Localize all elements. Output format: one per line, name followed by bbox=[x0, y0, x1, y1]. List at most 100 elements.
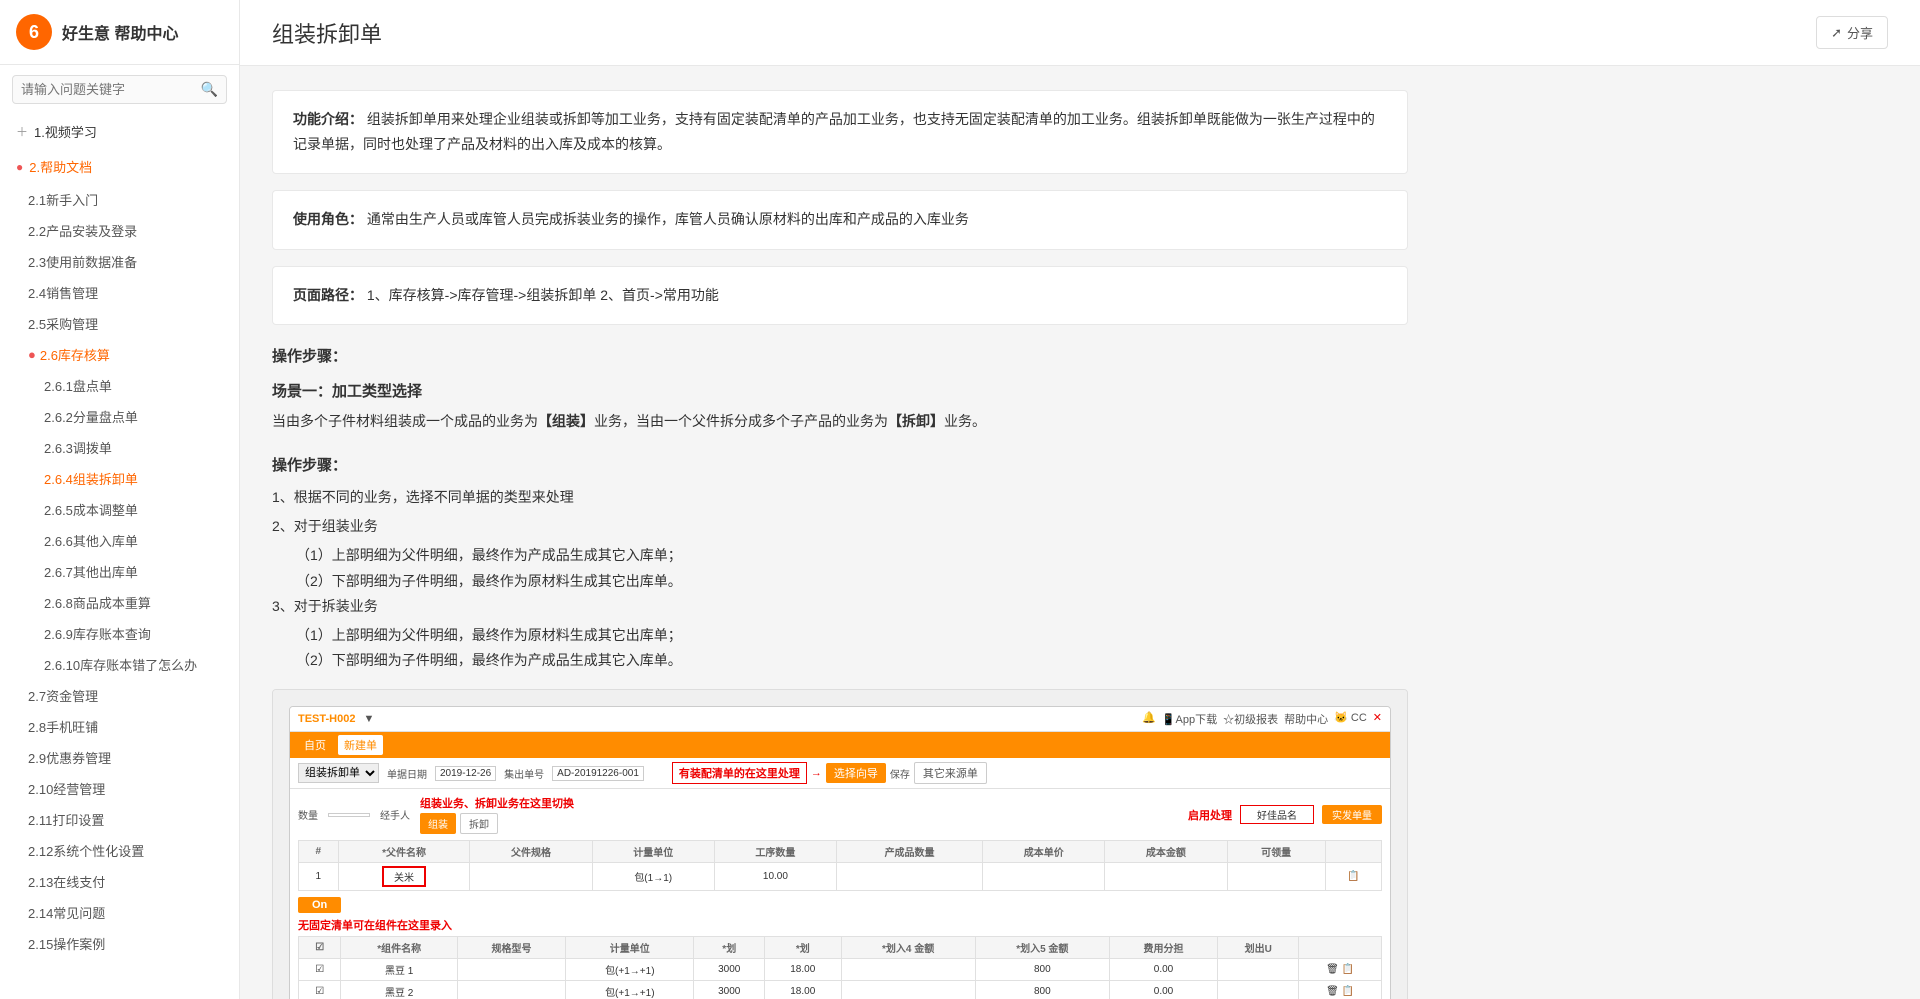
sidebar-item-system[interactable]: 2.12系统个性化设置 bbox=[28, 835, 239, 866]
content-header: 组装拆卸单 ➚ 分享 bbox=[240, 0, 1920, 66]
mock-titlebar: TEST-H002 ▼ 🔔 📱App下载 ☆初级报表 帮助中心 🐱 CC ✕ bbox=[290, 707, 1390, 732]
mock-nav: 自页 新建单 bbox=[290, 732, 1390, 758]
sidebar-item-ops[interactable]: 2.10经营管理 bbox=[28, 773, 239, 804]
share-button[interactable]: ➚ 分享 bbox=[1816, 16, 1888, 49]
sidebar-item-cases[interactable]: 2.15操作案例 bbox=[28, 928, 239, 959]
col-d: 费用分担 bbox=[1109, 937, 1217, 959]
steps-sub-heading: 操作步骤： bbox=[272, 454, 1408, 475]
sidebar-item-inventory[interactable]: ● 2.6库存核算 bbox=[28, 339, 239, 370]
col-name: *父件名称 bbox=[338, 841, 470, 863]
intro-label: 功能介绍： bbox=[293, 111, 363, 127]
sidebar-item-other-in[interactable]: 2.6.6其他入库单 bbox=[44, 525, 239, 556]
col-spec: 父件规格 bbox=[470, 841, 592, 863]
col-a: *划 bbox=[765, 937, 841, 959]
sidebar-item-sales[interactable]: 2.4销售管理 bbox=[28, 277, 239, 308]
sidebar-item-docs[interactable]: ● 2.帮助文档 bbox=[0, 149, 239, 184]
mock-other-btn[interactable]: 其它来源单 bbox=[914, 762, 987, 784]
col-ops bbox=[1325, 841, 1381, 863]
sidebar-item-print[interactable]: 2.11打印设置 bbox=[28, 804, 239, 835]
sidebar-item-faq[interactable]: 2.14常见问题 bbox=[28, 897, 239, 928]
nav-sub-docs: 2.1新手入门 2.2产品安装及登录 2.3使用前数据准备 2.4销售管理 2.… bbox=[0, 184, 239, 959]
ann3-text: 启用处理 bbox=[1188, 807, 1232, 823]
mock-lower-table: ☑ *组件名称 规格型号 计量单位 *划 *划 *划入4 金额 *划入5 金额 bbox=[298, 936, 1382, 999]
mock-icon2: 📱App下载 bbox=[1162, 711, 1217, 727]
mock-save-btn: 保存 bbox=[890, 766, 910, 781]
sidebar-item-cost-recalc[interactable]: 2.6.8商品成本重算 bbox=[44, 587, 239, 618]
table-row: ☑ 黑豆 2 包(+1→+1) 3000 18.00 800 0.00 bbox=[299, 981, 1382, 999]
mock-tab-disassembly[interactable]: 拆卸 bbox=[460, 813, 498, 834]
mock-date: 2019-12-26 bbox=[435, 766, 496, 781]
mock-person-label: 经手人 bbox=[380, 807, 410, 822]
sidebar-item-coupon[interactable]: 2.9优惠券管理 bbox=[28, 742, 239, 773]
page-title: 组装拆卸单 bbox=[272, 17, 382, 49]
mock-icon4: 帮助中心 bbox=[1284, 711, 1328, 727]
mock-icon5: 🐱 CC bbox=[1334, 711, 1367, 727]
mock-num-label: 集出单号 bbox=[504, 766, 544, 781]
step1: 1、根据不同的业务，选择不同单据的类型来处理 bbox=[272, 485, 1408, 510]
mock-confirm-btn[interactable]: 实发单量 bbox=[1322, 805, 1382, 824]
col-unit: 计量单位 bbox=[592, 841, 714, 863]
role-text: 通常由生产人员或库管人员完成拆装业务的操作，库管人员确认原材料的出库和产成品的入… bbox=[367, 211, 969, 227]
step3-sub2: （2）下部明细为子件明细，最终作为产成品生成其它入库单。 bbox=[272, 648, 1408, 673]
role-label: 使用角色： bbox=[293, 211, 363, 227]
sidebar-header: 6 好生意 帮助中心 bbox=[0, 0, 239, 65]
sidebar-item-mobile[interactable]: 2.8手机旺铺 bbox=[28, 711, 239, 742]
sidebar-item-stocktake[interactable]: 2.6.1盘点单 bbox=[44, 370, 239, 401]
col-unit2: 计量单位 bbox=[566, 937, 694, 959]
sidebar: 6 好生意 帮助中心 🔍 ＋ 1.视频学习 ● 2.帮助文档 2.1新手入门 2… bbox=[0, 0, 240, 999]
sidebar-item-assembly[interactable]: 2.6.4组装拆卸单 bbox=[44, 463, 239, 494]
sidebar-item-video[interactable]: ＋ 1.视频学习 bbox=[0, 114, 239, 149]
mock-nav-home: 自页 bbox=[298, 735, 332, 755]
sidebar-item-finance[interactable]: 2.7资金管理 bbox=[28, 680, 239, 711]
table-row: 1 关米 包(1→1) 10.00 bbox=[299, 863, 1382, 891]
col-actual: 产成品数量 bbox=[837, 841, 983, 863]
scenario1-title: 场景一：加工类型选择 bbox=[272, 380, 1408, 401]
col-amount: 成本金额 bbox=[1105, 841, 1227, 863]
search-box[interactable]: 🔍 bbox=[12, 75, 227, 104]
on-badge: On bbox=[298, 897, 341, 913]
sidebar-item-cost-adjust[interactable]: 2.6.5成本调整单 bbox=[44, 494, 239, 525]
path-block: 页面路径： 1、库存核算->库存管理->组装拆卸单 2、首页->常用功能 bbox=[272, 266, 1408, 325]
mock-type-select[interactable]: 组装拆卸单 bbox=[298, 763, 379, 783]
sidebar-item-partial-stocktake[interactable]: 2.6.2分量盘点单 bbox=[44, 401, 239, 432]
sidebar-item-inv-ledger-fix[interactable]: 2.6.10库存账本错了怎么办 bbox=[44, 649, 239, 680]
search-input[interactable] bbox=[21, 82, 201, 97]
col-plan: 工序数量 bbox=[714, 841, 836, 863]
sidebar-item-inv-ledger[interactable]: 2.6.9库存账本查询 bbox=[44, 618, 239, 649]
toggle-icon-open: ● bbox=[16, 160, 23, 174]
mock-select-btn[interactable]: 选择向导 bbox=[826, 763, 886, 783]
sidebar-item-other-out[interactable]: 2.6.7其他出库单 bbox=[44, 556, 239, 587]
path-label: 页面路径： bbox=[293, 287, 363, 303]
mock-toolbar: 组装拆卸单 单据日期 2019-12-26 集出单号 AD-20191226-0… bbox=[290, 758, 1390, 789]
mock-icon3: ☆初级报表 bbox=[1223, 711, 1278, 727]
toggle-icon: ＋ bbox=[16, 123, 28, 140]
intro-text: 组装拆卸单用来处理企业组装或拆卸等加工业务，支持有固定装配清单的产品加工业务，也… bbox=[293, 111, 1375, 152]
ann2-area: 组装业务、拆卸业务在这里切换 组装 拆卸 bbox=[420, 795, 574, 834]
col-spec2: 规格型号 bbox=[457, 937, 565, 959]
sidebar-item-payment[interactable]: 2.13在线支付 bbox=[28, 866, 239, 897]
mock-tab-assembly[interactable]: 组装 bbox=[420, 813, 456, 834]
sidebar-item-beginner[interactable]: 2.1新手入门 bbox=[28, 184, 239, 215]
col-num: # bbox=[299, 841, 339, 863]
sidebar-item-install[interactable]: 2.2产品安装及登录 bbox=[28, 215, 239, 246]
sidebar-item-transfer[interactable]: 2.6.3调拨单 bbox=[44, 432, 239, 463]
path-text: 1、库存核算->库存管理->组装拆卸单 2、首页->常用功能 bbox=[367, 287, 719, 303]
mock-app-window: TEST-H002 ▼ 🔔 📱App下载 ☆初级报表 帮助中心 🐱 CC ✕ bbox=[289, 706, 1391, 999]
step3-sub1: （1）上部明细为父件明细，最终作为原材料生成其它出库单； bbox=[272, 623, 1408, 648]
ann-cell: 关米 bbox=[382, 866, 426, 887]
mock-close[interactable]: ✕ bbox=[1373, 711, 1382, 727]
mock-person-field: 好佳品名 bbox=[1240, 805, 1314, 824]
step3: 3、对于拆装业务 bbox=[272, 594, 1408, 619]
search-icon[interactable]: 🔍 bbox=[201, 81, 218, 98]
ann1-arrow: → bbox=[811, 767, 822, 779]
col-plan2: *划 bbox=[694, 937, 765, 959]
sidebar-item-data-prep[interactable]: 2.3使用前数据准备 bbox=[28, 246, 239, 277]
mock-qty bbox=[328, 813, 370, 817]
ann1-text: 有装配清单的在这里处理 bbox=[672, 762, 807, 784]
mock-tabs: 组装 拆卸 bbox=[420, 813, 498, 834]
mock-date-label: 单据日期 bbox=[387, 766, 427, 781]
sidebar-item-purchase[interactable]: 2.5采购管理 bbox=[28, 308, 239, 339]
mock-on-area: On bbox=[298, 897, 1382, 913]
mock-qty-label: 数量 bbox=[298, 807, 318, 822]
mock-sub-toolbar: 数量 经手人 组装业务、拆卸业务在这里切换 组装 拆卸 bbox=[298, 795, 1382, 834]
